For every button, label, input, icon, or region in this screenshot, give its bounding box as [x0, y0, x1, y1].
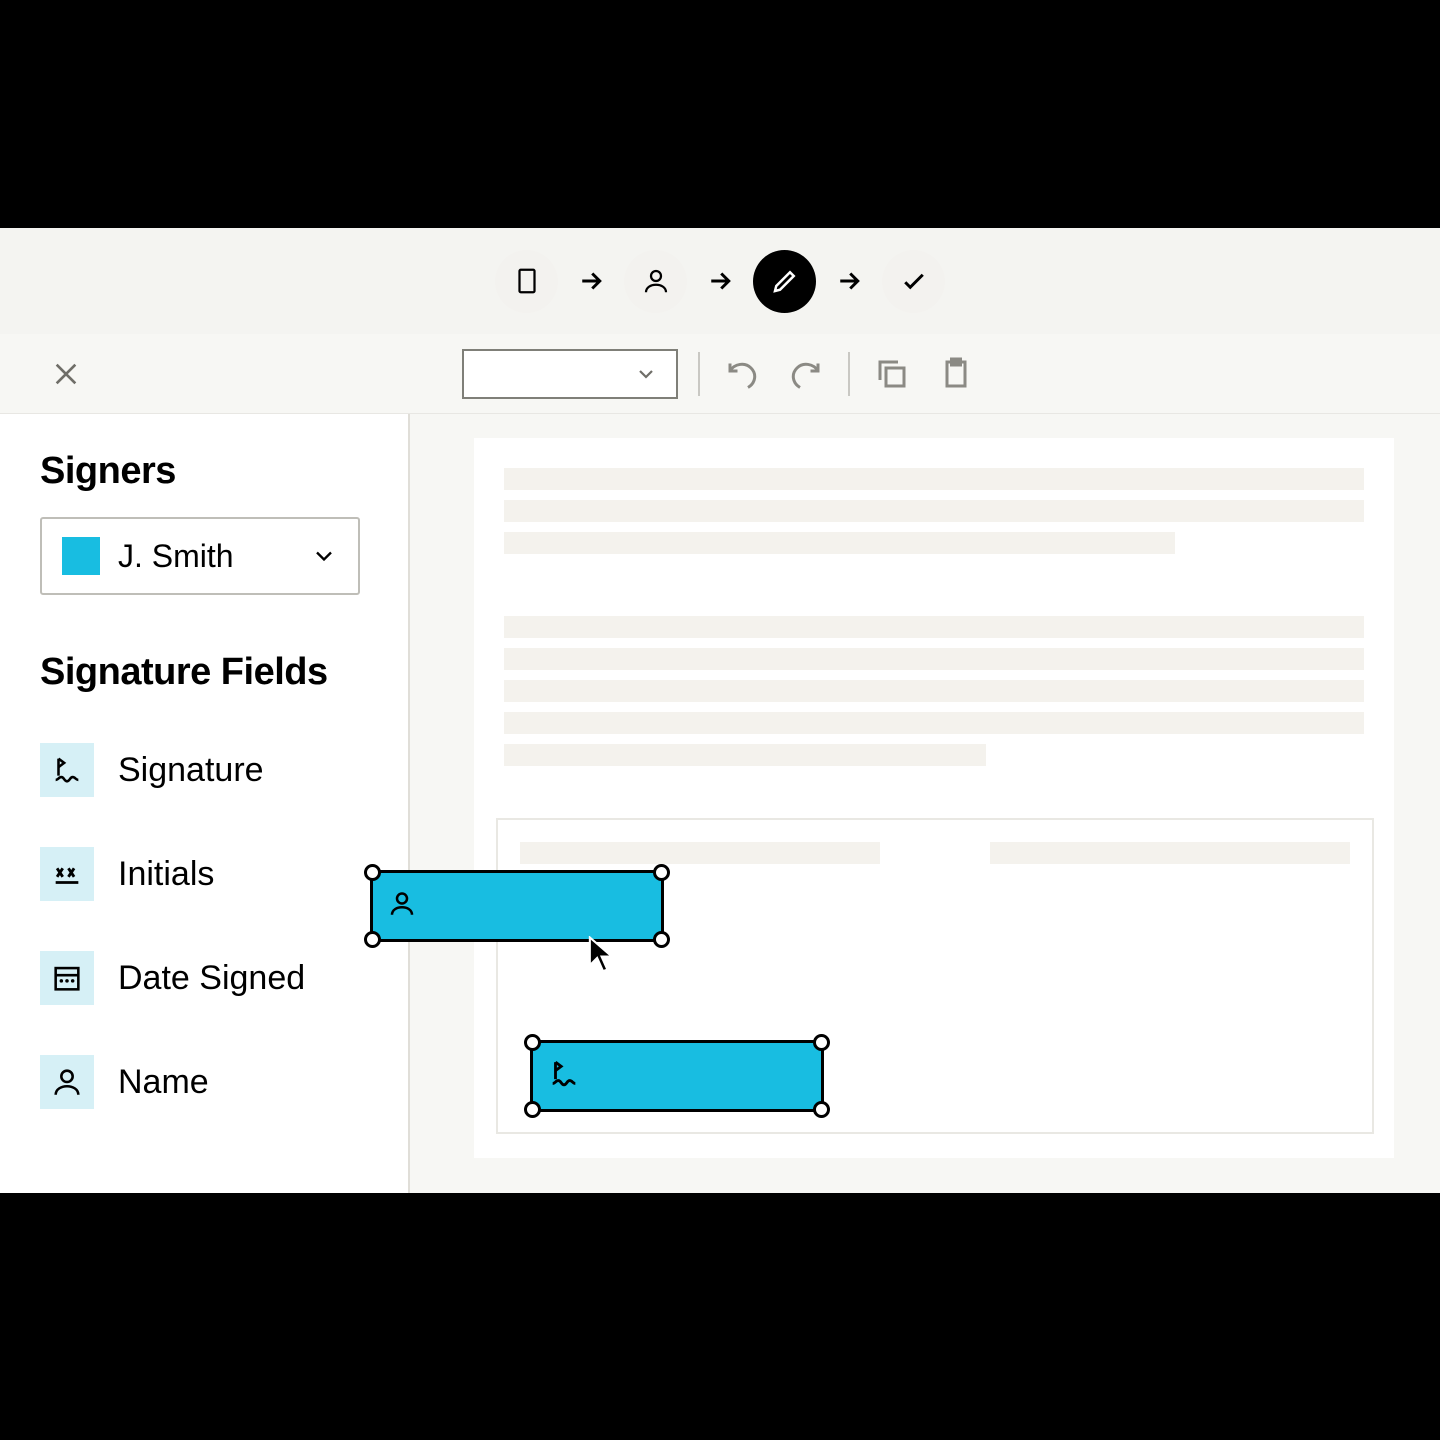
step-prepare[interactable] — [753, 250, 816, 313]
signer-name: J. Smith — [118, 538, 292, 575]
resize-handle[interactable] — [813, 1034, 830, 1051]
resize-handle[interactable] — [653, 931, 670, 948]
doc-line — [504, 468, 1364, 490]
field-label: Signature — [118, 751, 264, 790]
resize-handle[interactable] — [364, 931, 381, 948]
signer-color-swatch — [62, 537, 100, 575]
doc-line — [504, 532, 1175, 554]
field-label: Initials — [118, 855, 214, 894]
doc-line — [520, 842, 880, 864]
resize-handle[interactable] — [813, 1101, 830, 1118]
resize-handle[interactable] — [364, 864, 381, 881]
placed-signature-field[interactable] — [530, 1040, 824, 1112]
field-label: Name — [118, 1063, 209, 1102]
doc-line — [504, 744, 986, 766]
field-label: Date Signed — [118, 959, 305, 998]
redo-button[interactable] — [784, 352, 828, 396]
name-icon — [40, 1055, 94, 1109]
placed-name-field[interactable] — [370, 870, 664, 942]
person-icon — [641, 266, 671, 296]
date-icon — [40, 951, 94, 1005]
step-recipients[interactable] — [624, 250, 687, 313]
undo-button[interactable] — [720, 352, 764, 396]
step-review[interactable] — [882, 250, 945, 313]
field-signature[interactable]: Signature — [40, 718, 368, 822]
step-document[interactable] — [495, 250, 558, 313]
separator — [698, 352, 700, 396]
pencil-icon — [770, 266, 800, 296]
arrow-right-icon — [705, 266, 735, 296]
initials-icon — [40, 847, 94, 901]
close-icon — [50, 358, 82, 390]
signer-select[interactable]: J. Smith — [40, 517, 360, 595]
resize-handle[interactable] — [653, 864, 670, 881]
sidebar: Signers J. Smith Signature Fields Signat… — [0, 414, 410, 1193]
paste-button[interactable] — [934, 352, 978, 396]
doc-line — [504, 616, 1364, 638]
chevron-down-icon — [310, 542, 338, 570]
arrow-right-icon — [834, 266, 864, 296]
doc-line — [504, 680, 1364, 702]
doc-line — [504, 712, 1364, 734]
arrow-right-icon — [576, 266, 606, 296]
copy-button[interactable] — [870, 352, 914, 396]
copy-icon — [874, 356, 910, 392]
person-icon — [387, 889, 417, 924]
close-button[interactable] — [46, 354, 86, 394]
check-icon — [899, 266, 929, 296]
doc-line — [990, 842, 1350, 864]
signature-icon — [40, 743, 94, 797]
field-list: Signature Initials — [40, 718, 368, 1134]
document-icon — [512, 266, 542, 296]
fields-title: Signature Fields — [40, 651, 368, 694]
field-initials[interactable]: Initials — [40, 822, 368, 926]
chevron-down-icon — [634, 362, 658, 386]
redo-icon — [788, 356, 824, 392]
signers-title: Signers — [40, 450, 368, 493]
field-date-signed[interactable]: Date Signed — [40, 926, 368, 1030]
doc-line — [504, 500, 1364, 522]
field-name[interactable]: Name — [40, 1030, 368, 1134]
undo-icon — [724, 356, 760, 392]
resize-handle[interactable] — [524, 1101, 541, 1118]
signature-icon — [547, 1057, 581, 1096]
clipboard-icon — [938, 356, 974, 392]
doc-line — [504, 648, 1364, 670]
zoom-dropdown[interactable] — [462, 349, 678, 399]
toolbar — [0, 334, 1440, 414]
resize-handle[interactable] — [524, 1034, 541, 1051]
app-frame: Signers J. Smith Signature Fields Signat… — [0, 228, 1440, 1193]
stepper-bar — [0, 228, 1440, 334]
separator — [848, 352, 850, 396]
